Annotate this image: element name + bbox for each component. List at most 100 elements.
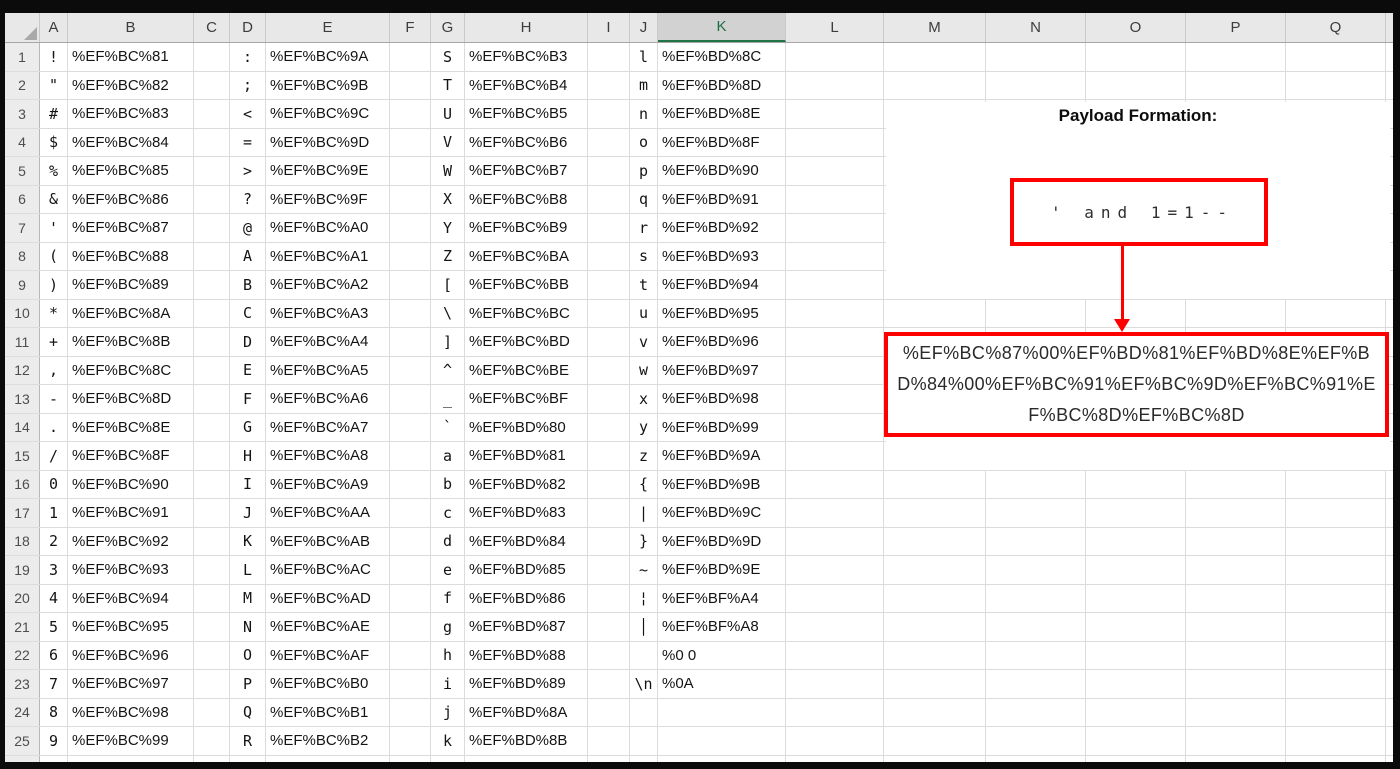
cell-N22[interactable] <box>986 641 1086 669</box>
cell-E11[interactable]: %EF%BC%A4 <box>266 328 390 356</box>
cell-C19[interactable] <box>194 556 230 584</box>
cell-B17[interactable]: %EF%BC%91 <box>68 499 194 527</box>
cell-F15[interactable] <box>390 442 431 470</box>
cell-D13[interactable]: F <box>230 385 266 413</box>
cell-M22[interactable] <box>884 641 986 669</box>
cell-P19[interactable] <box>1186 556 1286 584</box>
cell-O21[interactable] <box>1086 613 1186 641</box>
cell-F25[interactable] <box>390 727 431 755</box>
cell-A4[interactable]: $ <box>40 128 68 156</box>
row-header-20[interactable]: 20 <box>5 584 40 612</box>
cell-L9[interactable] <box>786 271 884 299</box>
cell-I8[interactable] <box>588 242 630 270</box>
cell-G25[interactable]: k <box>431 727 465 755</box>
cell-H25[interactable]: %EF%BD%8B <box>465 727 588 755</box>
cell-E10[interactable]: %EF%BC%A3 <box>266 299 390 327</box>
cell-P22[interactable] <box>1186 641 1286 669</box>
cell-J19[interactable]: ~ <box>630 556 658 584</box>
cell-G10[interactable]: \ <box>431 299 465 327</box>
cell-I21[interactable] <box>588 613 630 641</box>
cell-A18[interactable]: 2 <box>40 527 68 555</box>
cell-Q23[interactable] <box>1286 670 1386 698</box>
cell-J10[interactable]: u <box>630 299 658 327</box>
cell-G1[interactable]: S <box>431 43 465 71</box>
cell-C21[interactable] <box>194 613 230 641</box>
cell-A22[interactable]: 6 <box>40 641 68 669</box>
cell-K19[interactable]: %EF%BD%9E <box>658 556 786 584</box>
cell-D2[interactable]: ; <box>230 71 266 99</box>
cell-G23[interactable]: i <box>431 670 465 698</box>
cell-K7[interactable]: %EF%BD%92 <box>658 214 786 242</box>
cell-F20[interactable] <box>390 584 431 612</box>
cell-A5[interactable]: % <box>40 157 68 185</box>
cell-P1[interactable] <box>1186 43 1286 71</box>
cell-Q26[interactable] <box>1286 755 1386 762</box>
cell-N25[interactable] <box>986 727 1086 755</box>
column-header-K[interactable]: K <box>658 13 786 42</box>
cell-C17[interactable] <box>194 499 230 527</box>
cell-E21[interactable]: %EF%BC%AE <box>266 613 390 641</box>
cell-A7[interactable]: ' <box>40 214 68 242</box>
cell-E14[interactable]: %EF%BC%A7 <box>266 413 390 441</box>
cell-F12[interactable] <box>390 356 431 384</box>
cell-L26[interactable] <box>786 755 884 762</box>
cell-C11[interactable] <box>194 328 230 356</box>
column-header-Q[interactable]: Q <box>1286 13 1386 42</box>
cell-F19[interactable] <box>390 556 431 584</box>
cell-H7[interactable]: %EF%BC%B9 <box>465 214 588 242</box>
cell-L8[interactable] <box>786 242 884 270</box>
cell-D1[interactable]: : <box>230 43 266 71</box>
row-header-17[interactable]: 17 <box>5 499 40 527</box>
cell-N1[interactable] <box>986 43 1086 71</box>
cell-I13[interactable] <box>588 385 630 413</box>
cell-I24[interactable] <box>588 698 630 726</box>
row-header-21[interactable]: 21 <box>5 613 40 641</box>
cell-M1[interactable] <box>884 43 986 71</box>
cell-D12[interactable]: E <box>230 356 266 384</box>
cell-F18[interactable] <box>390 527 431 555</box>
cell-A10[interactable]: * <box>40 299 68 327</box>
cell-D25[interactable]: R <box>230 727 266 755</box>
column-header-D[interactable]: D <box>230 13 266 42</box>
cell-G20[interactable]: f <box>431 584 465 612</box>
cell-P16[interactable] <box>1186 470 1286 498</box>
cell-A8[interactable]: ( <box>40 242 68 270</box>
cell-K8[interactable]: %EF%BD%93 <box>658 242 786 270</box>
cell-J17[interactable]: | <box>630 499 658 527</box>
cell-A2[interactable]: " <box>40 71 68 99</box>
cell-Q10[interactable] <box>1286 299 1386 327</box>
cell-K21[interactable]: %EF%BF%A8 <box>658 613 786 641</box>
row-header-6[interactable]: 6 <box>5 185 40 213</box>
cell-B4[interactable]: %EF%BC%84 <box>68 128 194 156</box>
cell-E22[interactable]: %EF%BC%AF <box>266 641 390 669</box>
cell-E7[interactable]: %EF%BC%A0 <box>266 214 390 242</box>
cell-G17[interactable]: c <box>431 499 465 527</box>
cell-B23[interactable]: %EF%BC%97 <box>68 670 194 698</box>
cell-G22[interactable]: h <box>431 641 465 669</box>
cell-I22[interactable] <box>588 641 630 669</box>
cell-D23[interactable]: P <box>230 670 266 698</box>
cell-K11[interactable]: %EF%BD%96 <box>658 328 786 356</box>
cell-J8[interactable]: s <box>630 242 658 270</box>
cell-M24[interactable] <box>884 698 986 726</box>
cell-M23[interactable] <box>884 670 986 698</box>
cell-K2[interactable]: %EF%BD%8D <box>658 71 786 99</box>
cell-H4[interactable]: %EF%BC%B6 <box>465 128 588 156</box>
cell-A23[interactable]: 7 <box>40 670 68 698</box>
cell-D22[interactable]: O <box>230 641 266 669</box>
row-header-22[interactable]: 22 <box>5 641 40 669</box>
cell-C4[interactable] <box>194 128 230 156</box>
column-header-O[interactable]: O <box>1086 13 1186 42</box>
cell-O18[interactable] <box>1086 527 1186 555</box>
cell-B14[interactable]: %EF%BC%8E <box>68 413 194 441</box>
cell-D19[interactable]: L <box>230 556 266 584</box>
cell-C15[interactable] <box>194 442 230 470</box>
cell-C5[interactable] <box>194 157 230 185</box>
cell-F17[interactable] <box>390 499 431 527</box>
cell-L6[interactable] <box>786 185 884 213</box>
cell-A20[interactable]: 4 <box>40 584 68 612</box>
cell-A25[interactable]: 9 <box>40 727 68 755</box>
cell-K10[interactable]: %EF%BD%95 <box>658 299 786 327</box>
cell-K3[interactable]: %EF%BD%8E <box>658 100 786 128</box>
cell-G15[interactable]: a <box>431 442 465 470</box>
